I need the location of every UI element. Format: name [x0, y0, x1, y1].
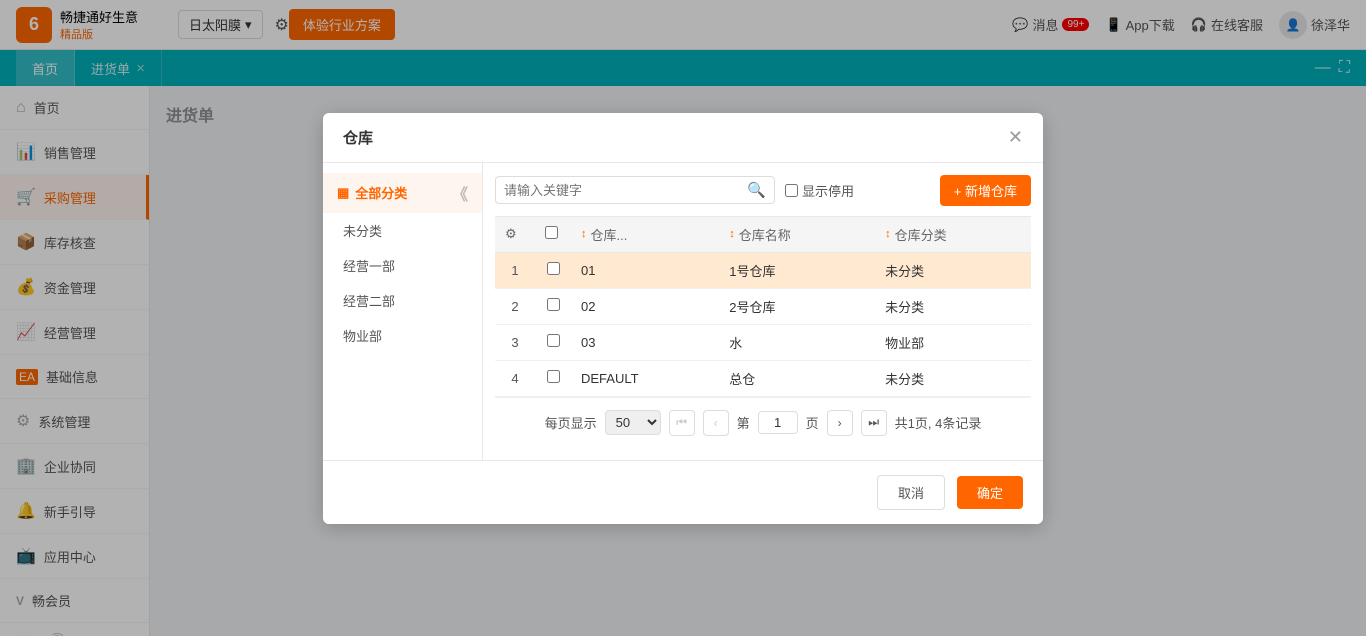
sort-icon: ↕ — [581, 228, 587, 240]
add-warehouse-button[interactable]: + 新增仓库 — [940, 175, 1031, 206]
all-category-label: 全部分类 — [355, 183, 407, 202]
warehouse-dialog: 仓库 ✕ ▦ 全部分类 《 未分类 经营一部 经营二部 物业部 — [323, 113, 1043, 524]
pagination: 每页显示 50 20 100 ⏮ ‹ 第 页 › ⏭ 共1页, 4条记录 — [495, 397, 1031, 448]
close-icon[interactable]: ✕ — [1008, 127, 1023, 148]
cell-row-number: 4 — [495, 360, 535, 396]
search-icon: 🔍 — [747, 181, 766, 199]
table-toolbar: 🔍 显示停用 + 新增仓库 — [495, 175, 1031, 206]
cat-item-ops1[interactable]: 经营一部 — [323, 248, 482, 283]
warehouse-table: ⚙ ↕ 仓库... — [495, 216, 1031, 397]
cell-row-number: 1 — [495, 252, 535, 288]
cat-item-property[interactable]: 物业部 — [323, 318, 482, 353]
show-disabled-input[interactable] — [785, 184, 798, 197]
cell-category: 未分类 — [875, 288, 1031, 324]
cell-checkbox[interactable] — [535, 360, 571, 396]
cell-checkbox[interactable] — [535, 324, 571, 360]
search-input[interactable] — [504, 183, 747, 198]
dialog-body: ▦ 全部分类 《 未分类 经营一部 经营二部 物业部 🔍 — [323, 163, 1043, 460]
th-settings: ⚙ — [495, 216, 535, 252]
cell-category: 未分类 — [875, 252, 1031, 288]
settings-icon: ⚙ — [505, 226, 517, 241]
first-page-button[interactable]: ⏮ — [669, 410, 695, 436]
cell-checkbox[interactable] — [535, 288, 571, 324]
th-name: ↕ 仓库名称 — [719, 216, 875, 252]
cell-code: 01 — [571, 252, 719, 288]
sort-name-icon: ↕ — [729, 228, 735, 240]
cat-item-ops2[interactable]: 经营二部 — [323, 283, 482, 318]
dialog-title: 仓库 — [343, 127, 373, 148]
cell-row-number: 3 — [495, 324, 535, 360]
cell-checkbox[interactable] — [535, 252, 571, 288]
per-page-select[interactable]: 50 20 100 — [605, 410, 661, 435]
cell-name: 1号仓库 — [719, 252, 875, 288]
total-info: 共1页, 4条记录 — [895, 413, 982, 432]
dialog-overlay: 仓库 ✕ ▦ 全部分类 《 未分类 经营一部 经营二部 物业部 — [0, 0, 1366, 636]
next-page-button[interactable]: › — [827, 410, 853, 436]
last-page-button[interactable]: ⏭ — [861, 410, 887, 436]
cell-code: DEFAULT — [571, 360, 719, 396]
prev-page-button[interactable]: ‹ — [703, 410, 729, 436]
show-disabled-checkbox[interactable]: 显示停用 — [785, 181, 854, 200]
page-suffix-label: 页 — [806, 413, 819, 432]
th-code: ↕ 仓库... — [571, 216, 719, 252]
cell-name: 2号仓库 — [719, 288, 875, 324]
grid-icon: ▦ — [337, 185, 349, 201]
dialog-header: 仓库 ✕ — [323, 113, 1043, 163]
cat-item-unclassified[interactable]: 未分类 — [323, 213, 482, 248]
per-page-label: 每页显示 — [545, 413, 597, 432]
select-all-checkbox[interactable] — [545, 226, 558, 239]
cancel-button[interactable]: 取消 — [877, 475, 945, 510]
cell-code: 02 — [571, 288, 719, 324]
cell-name: 总仓 — [719, 360, 875, 396]
cell-category: 物业部 — [875, 324, 1031, 360]
page-prefix-label: 第 — [737, 413, 750, 432]
category-panel: ▦ 全部分类 《 未分类 经营一部 经营二部 物业部 — [323, 163, 483, 460]
cell-name: 水 — [719, 324, 875, 360]
th-category: ↕ 仓库分类 — [875, 216, 1031, 252]
cell-category: 未分类 — [875, 360, 1031, 396]
table-row[interactable]: 3 03 水 物业部 — [495, 324, 1031, 360]
th-checkbox — [535, 216, 571, 252]
cell-row-number: 2 — [495, 288, 535, 324]
sort-cat-icon: ↕ — [885, 228, 891, 240]
confirm-button[interactable]: 确定 — [957, 476, 1023, 509]
cell-code: 03 — [571, 324, 719, 360]
page-number-input[interactable] — [758, 411, 798, 434]
table-row[interactable]: 2 02 2号仓库 未分类 — [495, 288, 1031, 324]
search-box: 🔍 — [495, 176, 775, 204]
table-row[interactable]: 4 DEFAULT 总仓 未分类 — [495, 360, 1031, 396]
collapse-icon[interactable]: 《 — [452, 181, 468, 205]
table-panel: 🔍 显示停用 + 新增仓库 ⚙ — [483, 163, 1043, 460]
table-row[interactable]: 1 01 1号仓库 未分类 — [495, 252, 1031, 288]
dialog-footer: 取消 确定 — [323, 460, 1043, 524]
all-category-item[interactable]: ▦ 全部分类 《 — [323, 173, 482, 213]
